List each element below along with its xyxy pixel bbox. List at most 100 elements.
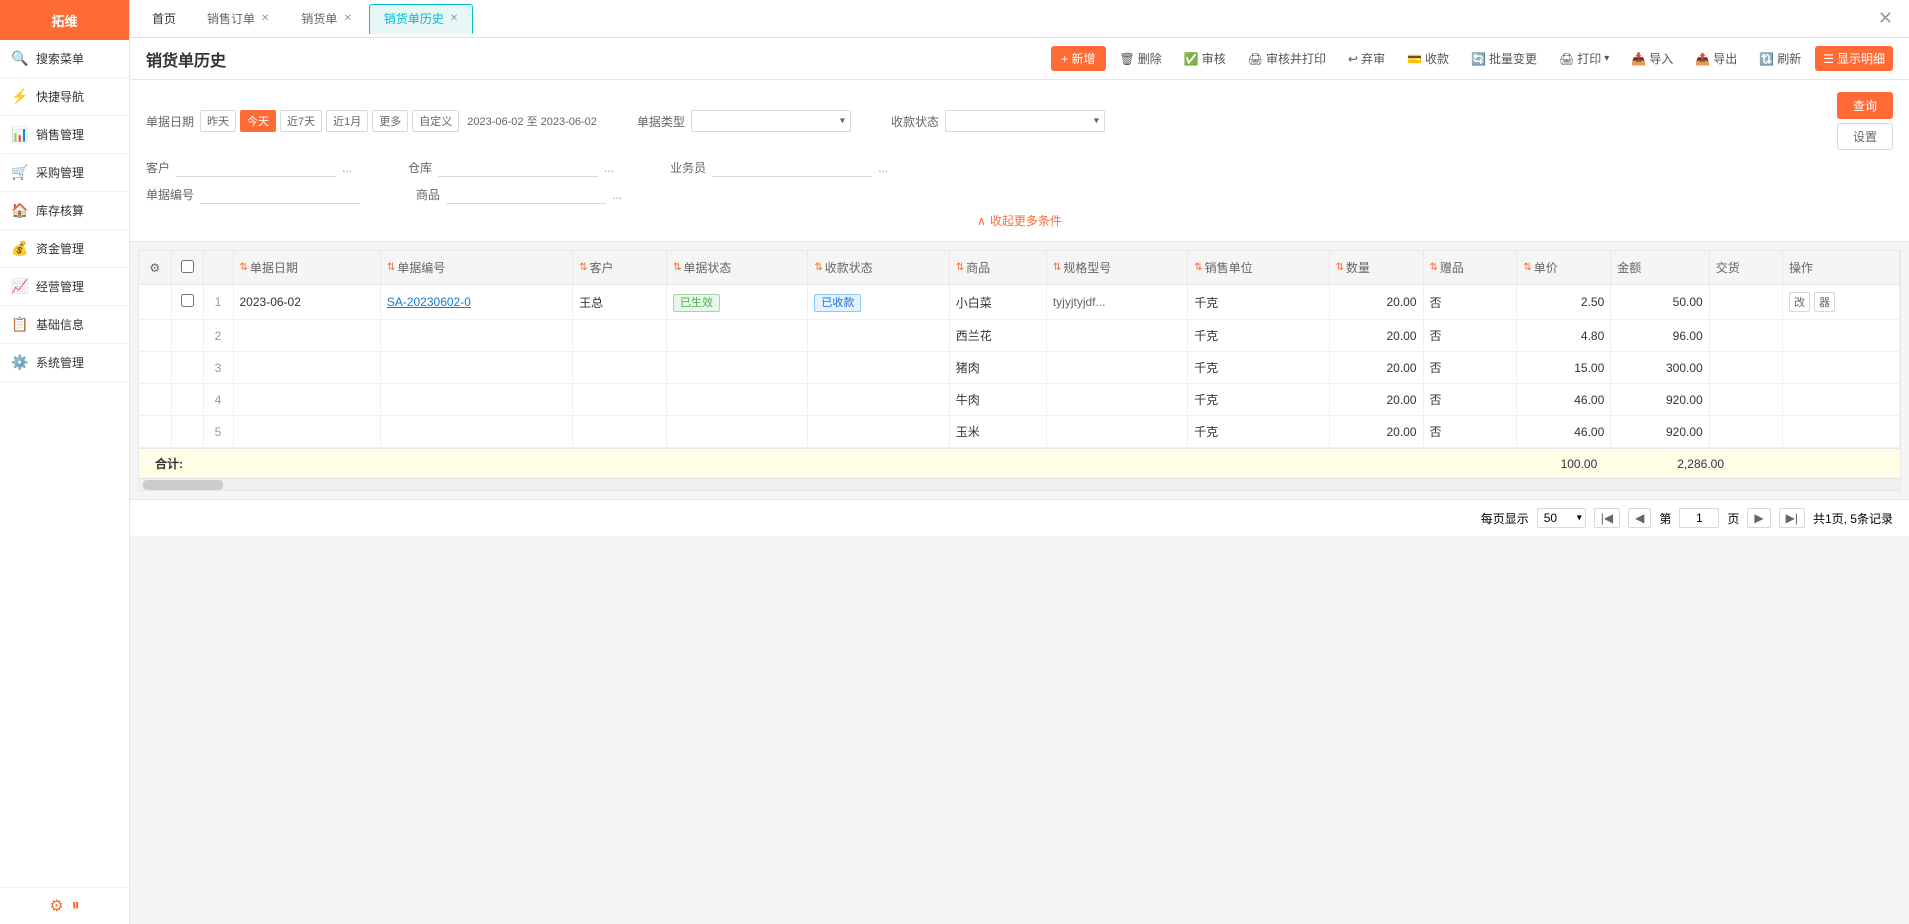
date-btn-yesterday[interactable]: 昨天 [200,110,236,132]
tab-sales-delivery[interactable]: 销货单 ✕ [286,4,366,34]
sidebar-item-label: 销售管理 [36,126,84,143]
print-button[interactable]: 🖨 打印 ▾ [1551,46,1617,71]
customer-input[interactable] [176,158,336,177]
last-page-btn[interactable]: ▶| [1779,508,1805,528]
tab-close-sales-history[interactable]: ✕ [450,13,458,24]
more-btn[interactable]: 器 [1814,292,1835,312]
main-content: 首页 销售订单 ✕ 销货单 ✕ 销货单历史 ✕ ✕ 销货单历史 + 新增 🗑 删… [130,0,1909,924]
date-btn-today[interactable]: 今天 [240,110,276,132]
horizontal-scrollbar[interactable] [139,478,1900,490]
audit-print-button[interactable]: 🖨 审核并打印 [1240,46,1334,71]
delete-button[interactable]: 🗑 删除 [1112,46,1170,71]
sidebar-item-search-menu[interactable]: 🔍 搜索菜单 [0,40,129,78]
export-button[interactable]: 📤 导出 [1687,46,1745,71]
col-gear[interactable]: ⚙ [139,251,171,285]
sidebar-item-inventory[interactable]: 🏠 库存核算 [0,192,129,230]
batch-change-button[interactable]: 🔄 批量变更 [1463,46,1545,71]
sidebar-item-finance[interactable]: 💰 资金管理 [0,230,129,268]
date-btn-custom[interactable]: 自定义 [412,110,459,132]
sidebar-item-sys-mgmt[interactable]: ⚙️ 系统管理 [0,344,129,382]
doc-type-select[interactable] [691,110,851,132]
show-detail-button[interactable]: ☰ 显示明细 [1815,46,1893,71]
salesperson-input[interactable] [712,158,872,177]
cell-amount: 96.00 [1611,320,1709,352]
edit-btn[interactable]: 改 [1789,292,1810,312]
tab-sales-history[interactable]: 销货单历史 ✕ [369,4,473,34]
sidebar-item-basic-info[interactable]: 📋 基础信息 [0,306,129,344]
sidebar-item-quick-nav[interactable]: ⚡ 快捷导航 [0,78,129,116]
customer-label: 客户 [146,159,170,176]
first-page-btn[interactable]: |◀ [1594,508,1620,528]
cell-doc-no[interactable] [380,320,572,352]
sidebar-pause-icon[interactable]: ⏸ [72,897,80,915]
select-all-checkbox[interactable] [181,260,194,273]
cell-check[interactable] [171,320,203,352]
cell-check[interactable] [171,416,203,448]
tab-close-sales-delivery[interactable]: ✕ [343,13,351,24]
collect-button[interactable]: 💳 收款 [1399,46,1457,71]
sidebar-item-sales-mgmt[interactable]: 📊 销售管理 [0,116,129,154]
col-gift[interactable]: ⇅ 赠品 [1423,251,1517,285]
product-ellipsis[interactable]: ... [612,188,622,202]
date-btn-1month[interactable]: 近1月 [326,110,368,132]
import-button[interactable]: 📥 导入 [1623,46,1681,71]
col-collect-status[interactable]: ⇅ 收款状态 [808,251,949,285]
doc-no-link[interactable]: SA-20230602-0 [387,295,471,309]
filter-collapse-btn[interactable]: ∧ 收起更多条件 [146,212,1893,229]
sidebar-item-ops[interactable]: 📈 经营管理 [0,268,129,306]
customer-ellipsis[interactable]: ... [342,161,352,175]
row-checkbox[interactable] [181,294,194,307]
cell-doc-no[interactable] [380,352,572,384]
filter-customer: 客户 ... [146,158,352,177]
col-doc-no[interactable]: ⇅ 单据编号 [380,251,572,285]
query-button[interactable]: 查询 [1837,92,1893,119]
new-button[interactable]: + 新增 [1051,46,1105,71]
cell-gift: 否 [1423,320,1517,352]
filter-settings-button[interactable]: 设置 [1837,123,1893,150]
col-sales-unit[interactable]: ⇅ 销售单位 [1188,251,1329,285]
abandon-button[interactable]: ↩ 弃审 [1340,46,1393,71]
sidebar-settings-icon[interactable]: ⚙ [49,896,63,916]
tab-close-sales-order[interactable]: ✕ [261,13,269,24]
next-page-btn[interactable]: ▶ [1747,508,1770,528]
date-btn-7days[interactable]: 近7天 [280,110,322,132]
col-customer[interactable]: ⇅ 客户 [573,251,667,285]
cell-transaction [1709,285,1782,320]
col-check[interactable] [171,251,203,285]
product-input[interactable] [446,185,606,204]
page-number-input[interactable] [1679,508,1719,528]
table-row: 3 猪肉 千克 20.00 否 15.00 300.00 [139,352,1900,384]
cell-doc-no[interactable] [380,416,572,448]
col-product[interactable]: ⇅ 商品 [949,251,1046,285]
col-quantity[interactable]: ⇅ 数量 [1329,251,1423,285]
tab-sales-order[interactable]: 销售订单 ✕ [192,4,284,34]
cell-check[interactable] [171,285,203,320]
salesperson-ellipsis[interactable]: ... [878,161,888,175]
cell-doc-no[interactable]: SA-20230602-0 [380,285,572,320]
cell-quantity: 20.00 [1329,285,1423,320]
cell-gear [139,285,171,320]
collect-status-select[interactable] [945,110,1105,132]
audit-button[interactable]: ✅ 审核 [1176,46,1234,71]
sidebar: 拓维 🔍 搜索菜单 ⚡ 快捷导航 📊 销售管理 🛒 采购管理 🏠 库存核算 💰 … [0,0,130,924]
cell-check[interactable] [171,352,203,384]
col-spec[interactable]: ⇅ 规格型号 [1046,251,1187,285]
cell-check[interactable] [171,384,203,416]
close-all-tabs-btn[interactable]: ✕ [1870,8,1901,29]
col-doc-status[interactable]: ⇅ 单据状态 [666,251,807,285]
date-quick-btns: 昨天 今天 近7天 近1月 更多 自定义 2023-06-02 至 2023-0… [200,110,597,132]
warehouse-ellipsis[interactable]: ... [604,161,614,175]
page-size-select[interactable]: 50 100 200 [1537,508,1586,528]
doc-number-input[interactable] [200,185,360,204]
audit-icon: ✅ [1184,52,1199,66]
warehouse-input[interactable] [438,158,598,177]
refresh-button[interactable]: 🔃 刷新 [1751,46,1809,71]
col-doc-date[interactable]: ⇅ 单据日期 [233,251,380,285]
cell-doc-no[interactable] [380,384,572,416]
tab-home[interactable]: 首页 [138,4,190,34]
sidebar-item-purchase-mgmt[interactable]: 🛒 采购管理 [0,154,129,192]
prev-page-btn[interactable]: ◀ [1628,508,1651,528]
col-unit-price[interactable]: ⇅ 单价 [1517,251,1611,285]
cell-amount: 920.00 [1611,416,1709,448]
date-btn-more[interactable]: 更多 [372,110,408,132]
